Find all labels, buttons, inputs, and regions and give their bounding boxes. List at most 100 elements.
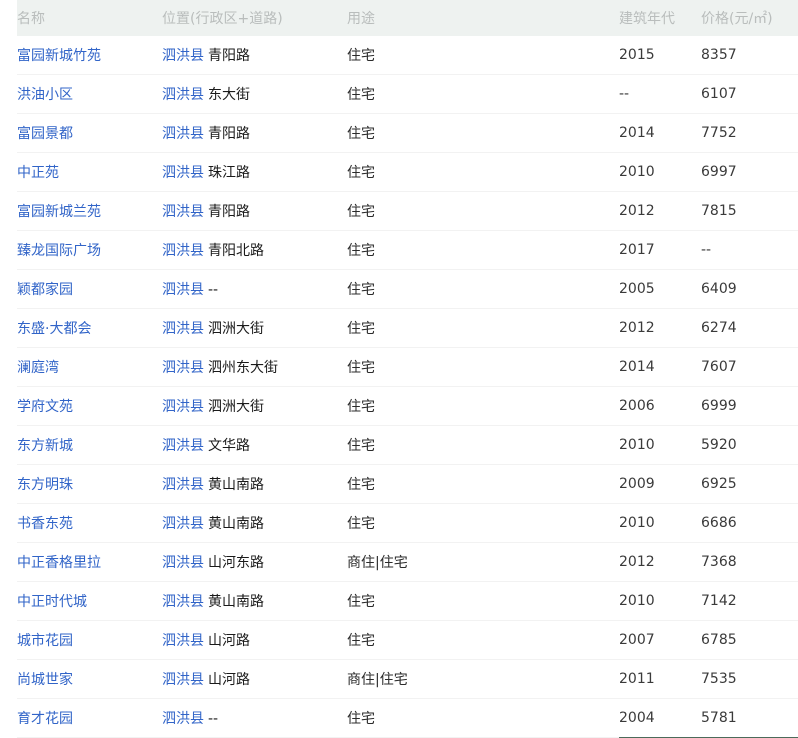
community-name-link[interactable]: 富园新城竹苑 [17, 48, 101, 64]
community-name-link[interactable]: 富园新城兰苑 [17, 204, 101, 220]
cell-price: 7368 [701, 542, 798, 582]
usage-label: 住宅 [347, 243, 375, 259]
cell-name: 洪油小区 [17, 74, 162, 114]
district-link[interactable]: 泗洪县 [162, 555, 204, 571]
cell-name: 东盛·大都会 [17, 308, 162, 348]
cell-name: 东方新城 [17, 425, 162, 465]
cell-location: 泗洪县 -- [162, 269, 347, 309]
cell-build-year: 2010 [619, 152, 701, 192]
community-name-link[interactable]: 臻龙国际广场 [17, 243, 101, 259]
district-link[interactable]: 泗洪县 [162, 243, 204, 259]
price-label: 7607 [701, 359, 737, 375]
district-link[interactable]: 泗洪县 [162, 594, 204, 610]
table-row: 澜庭湾 泗洪县 泗州东大街 住宅 2014 7607 [17, 347, 798, 387]
road-label: -- [208, 282, 219, 298]
price-label: 6409 [701, 281, 737, 297]
road-label: 珠江路 [208, 165, 250, 181]
table-row: 富园新城兰苑 泗洪县 青阳路 住宅 2012 7815 [17, 191, 798, 231]
cell-price: 7535 [701, 659, 798, 699]
cell-build-year: 2017 [619, 230, 701, 270]
column-header-usage: 用途 [347, 11, 375, 27]
usage-label: 住宅 [347, 633, 375, 649]
cell-location: 泗洪县 -- [162, 698, 347, 738]
road-label: 山河路 [208, 633, 250, 649]
community-name-link[interactable]: 洪油小区 [17, 87, 73, 103]
cell-name: 富园新城兰苑 [17, 191, 162, 231]
road-label: 文华路 [208, 438, 250, 454]
community-name-link[interactable]: 颖都家园 [17, 282, 73, 298]
cell-usage: 住宅 [347, 113, 619, 153]
cell-build-year: -- [619, 74, 701, 114]
district-link[interactable]: 泗洪县 [162, 204, 204, 220]
community-name-link[interactable]: 澜庭湾 [17, 360, 59, 376]
cell-location: 泗洪县 泗洲大街 [162, 386, 347, 426]
district-link[interactable]: 泗洪县 [162, 399, 204, 415]
road-label: 青阳路 [208, 126, 250, 142]
cell-usage: 住宅 [347, 698, 619, 738]
cell-build-year: 2014 [619, 113, 701, 153]
community-name-link[interactable]: 书香东苑 [17, 516, 73, 532]
table-row: 中正苑 泗洪县 珠江路 住宅 2010 6997 [17, 152, 798, 192]
price-label: 6997 [701, 164, 737, 180]
road-label: -- [208, 711, 219, 727]
cell-usage: 商住|住宅 [347, 659, 619, 699]
column-header-price: 价格(元/㎡) [701, 11, 773, 27]
district-link[interactable]: 泗洪县 [162, 477, 204, 493]
cell-usage: 住宅 [347, 620, 619, 660]
build-year-label: 2010 [619, 164, 655, 180]
price-label: 7368 [701, 554, 737, 570]
community-name-link[interactable]: 中正香格里拉 [17, 555, 101, 571]
district-link[interactable]: 泗洪县 [162, 126, 204, 142]
community-name-link[interactable]: 东盛·大都会 [17, 321, 91, 337]
cell-name: 城市花园 [17, 620, 162, 660]
community-name-link[interactable]: 东方明珠 [17, 477, 73, 493]
price-label: 6925 [701, 476, 737, 492]
cell-price: -- [701, 230, 798, 270]
district-link[interactable]: 泗洪县 [162, 360, 204, 376]
cell-build-year: 2011 [619, 659, 701, 699]
cell-usage: 住宅 [347, 152, 619, 192]
cell-usage: 住宅 [347, 74, 619, 114]
cell-price: 6785 [701, 620, 798, 660]
district-link[interactable]: 泗洪县 [162, 48, 204, 64]
district-link[interactable]: 泗洪县 [162, 438, 204, 454]
build-year-label: 2012 [619, 203, 655, 219]
community-name-link[interactable]: 中正时代城 [17, 594, 87, 610]
road-label: 黄山南路 [208, 516, 264, 532]
cell-name: 富园景都 [17, 113, 162, 153]
cell-location: 泗洪县 山河路 [162, 620, 347, 660]
community-name-link[interactable]: 尚城世家 [17, 672, 73, 688]
cell-usage: 住宅 [347, 191, 619, 231]
community-name-link[interactable]: 学府文苑 [17, 399, 73, 415]
district-link[interactable]: 泗洪县 [162, 165, 204, 181]
community-name-link[interactable]: 城市花园 [17, 633, 73, 649]
usage-label: 住宅 [347, 399, 375, 415]
district-link[interactable]: 泗洪县 [162, 672, 204, 688]
price-label: 7752 [701, 125, 737, 141]
district-link[interactable]: 泗洪县 [162, 516, 204, 532]
build-year-label: 2014 [619, 359, 655, 375]
build-year-label: 2009 [619, 476, 655, 492]
housing-price-table: 名称 位置(行政区+道路) 用途 建筑年代 价格(元/㎡) 富园新城竹苑 泗洪县青… [17, 0, 798, 738]
cell-location: 泗洪县 泗洲大街 [162, 308, 347, 348]
community-name-link[interactable]: 东方新城 [17, 438, 73, 454]
community-name-link[interactable]: 富园景都 [17, 126, 73, 142]
cell-location: 泗洪县 珠江路 [162, 152, 347, 192]
community-name-link[interactable]: 育才花园 [17, 711, 73, 727]
cell-name: 澜庭湾 [17, 347, 162, 387]
district-link[interactable]: 泗洪县 [162, 321, 204, 337]
district-link[interactable]: 泗洪县 [162, 711, 204, 727]
district-link[interactable]: 泗洪县 [162, 633, 204, 649]
table-row: 东盛·大都会 泗洪县 泗洲大街 住宅 2012 6274 [17, 308, 798, 348]
cell-usage: 商住|住宅 [347, 542, 619, 582]
build-year-label: 2005 [619, 281, 655, 297]
district-link[interactable]: 泗洪县 [162, 87, 204, 103]
build-year-label: 2012 [619, 320, 655, 336]
usage-label: 住宅 [347, 594, 375, 610]
price-label: 7142 [701, 593, 737, 609]
cell-name: 学府文苑 [17, 386, 162, 426]
community-name-link[interactable]: 中正苑 [17, 165, 59, 181]
road-label: 泗洲大街 [208, 399, 264, 415]
district-link[interactable]: 泗洪县 [162, 282, 204, 298]
cell-name: 富园新城竹苑 [17, 36, 162, 75]
